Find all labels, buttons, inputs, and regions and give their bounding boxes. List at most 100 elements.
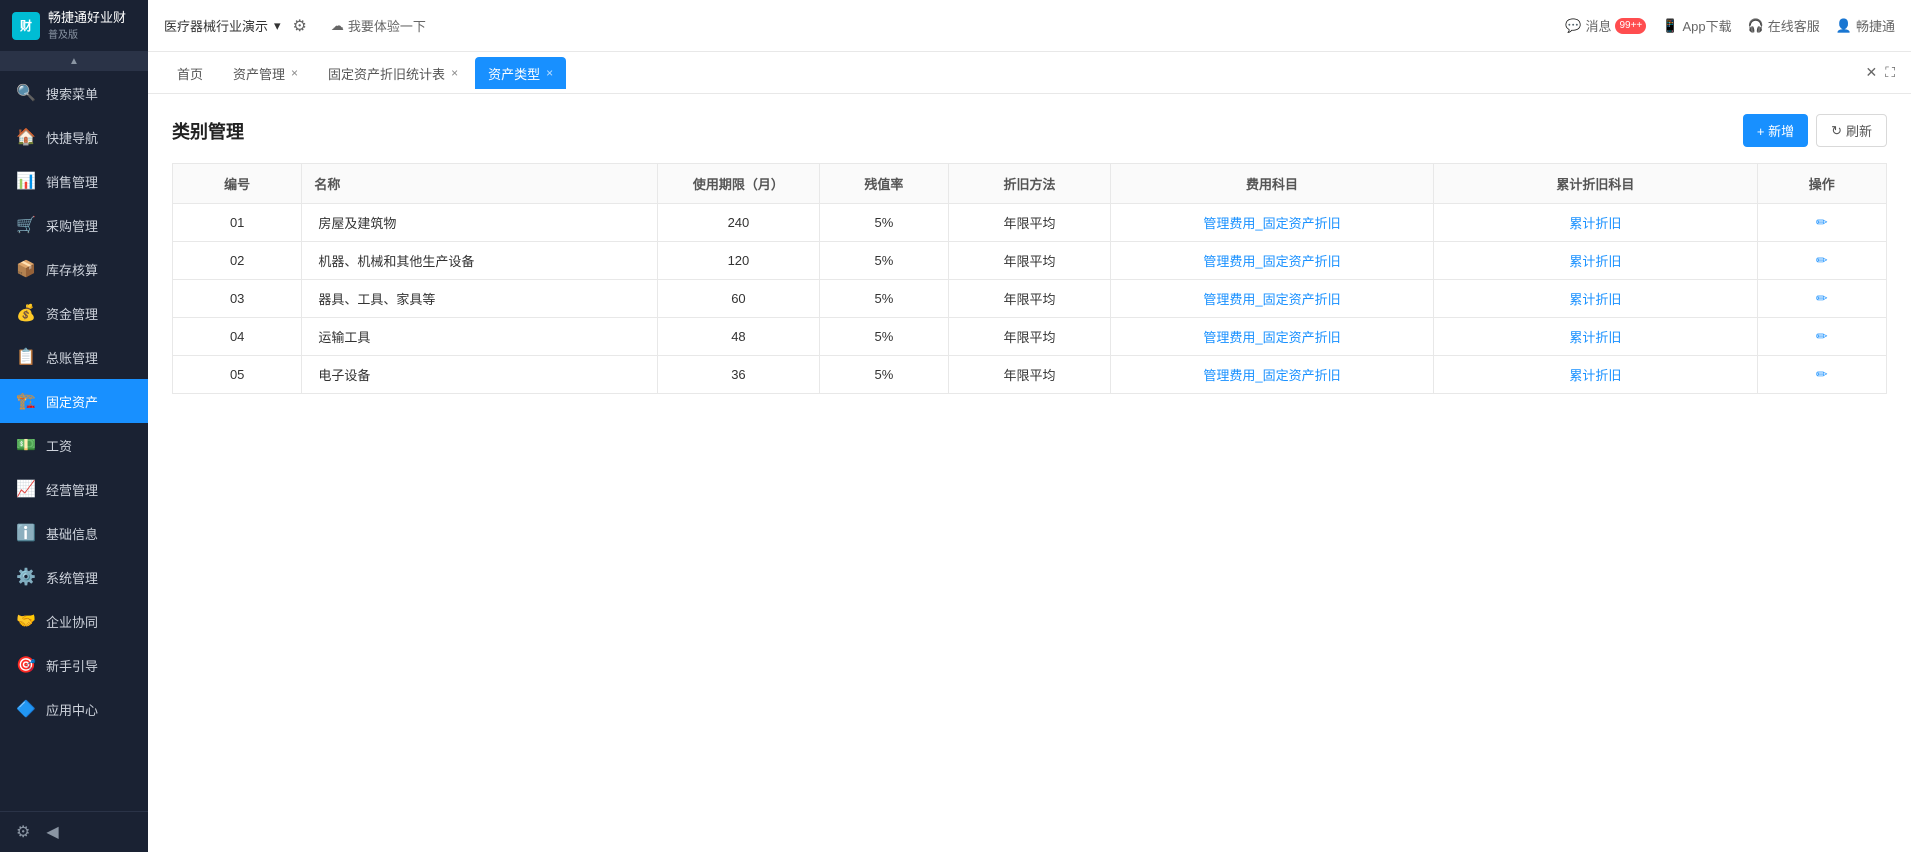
cell-residual: 5% xyxy=(819,204,948,242)
cell-expense: 管理费用_固定资产折旧 xyxy=(1110,242,1433,280)
page-content: 类别管理 + 新增 ↻ 刷新 编号 名称 使用期限（月） 残值率 折旧方法 费用… xyxy=(148,94,1911,852)
cell-name: 房屋及建筑物 xyxy=(302,204,658,242)
enterprise-icon: 🤝 xyxy=(16,611,36,631)
tab-home-label: 首页 xyxy=(177,64,203,83)
user-avatar-button[interactable]: 👤 畅捷通 xyxy=(1836,16,1895,35)
customer-service-button[interactable]: 🎧 在线客服 xyxy=(1748,16,1820,35)
salary-icon: 💵 xyxy=(16,435,36,455)
inventory-icon: 📦 xyxy=(16,259,36,279)
sidebar-item-enterprise[interactable]: 🤝 企业协同 xyxy=(0,599,148,643)
sidebar-item-inventory[interactable]: 📦 库存核算 xyxy=(0,247,148,291)
sidebar: 财 畅捷通好业财 普及版 ▲ 🔍 搜索菜单 🏠 快捷导航 📊 销售管理 🛒 采购… xyxy=(0,0,148,852)
app-download-button[interactable]: 📱 App下载 xyxy=(1662,16,1731,35)
cell-period: 60 xyxy=(658,280,820,318)
col-header-action: 操作 xyxy=(1757,164,1886,204)
sidebar-item-operations[interactable]: 📈 经营管理 xyxy=(0,467,148,511)
sidebar-nav: 🔍 搜索菜单 🏠 快捷导航 📊 销售管理 🛒 采购管理 📦 库存核算 💰 资金管… xyxy=(0,71,148,811)
logo-icon: 财 xyxy=(12,12,40,40)
sidebar-item-purchase[interactable]: 🛒 采购管理 xyxy=(0,203,148,247)
cell-accum: 累计折旧 xyxy=(1434,242,1757,280)
cell-action: ✏ xyxy=(1757,204,1886,242)
cell-method: 年限平均 xyxy=(949,280,1111,318)
cloud-icon: ☁ xyxy=(331,18,344,34)
tab-expand-icon[interactable]: ⛶ xyxy=(1885,64,1895,81)
tab-asset-mgmt[interactable]: 资产管理 × xyxy=(220,57,311,89)
sidebar-item-label: 搜索菜单 xyxy=(46,84,98,103)
edit-icon[interactable]: ✏ xyxy=(1816,328,1828,344)
edit-icon[interactable]: ✏ xyxy=(1816,252,1828,268)
sidebar-item-basic-info[interactable]: ℹ️ 基础信息 xyxy=(0,511,148,555)
chevron-down-icon: ▾ xyxy=(274,18,281,34)
sidebar-item-app-center[interactable]: 🔷 应用中心 xyxy=(0,687,148,731)
cell-expense: 管理费用_固定资产折旧 xyxy=(1110,356,1433,394)
tab-depreciation-close[interactable]: × xyxy=(451,66,458,80)
top-header: 医疗器械行业演示 ▾ ⚙ ☁ 我要体验一下 💬 消息 99+ 📱 App下载 🎧… xyxy=(148,0,1911,52)
footer-collapse-icon[interactable]: ◀ xyxy=(46,822,58,842)
table-row: 02 机器、机械和其他生产设备 120 5% 年限平均 管理费用_固定资产折旧 … xyxy=(173,242,1887,280)
sidebar-item-salary[interactable]: 💵 工资 xyxy=(0,423,148,467)
sidebar-item-quick-nav[interactable]: 🏠 快捷导航 xyxy=(0,115,148,159)
cell-code: 03 xyxy=(173,280,302,318)
main-content: 医疗器械行业演示 ▾ ⚙ ☁ 我要体验一下 💬 消息 99+ 📱 App下载 🎧… xyxy=(148,0,1911,852)
experience-button[interactable]: ☁ 我要体验一下 xyxy=(331,16,426,35)
sidebar-item-label: 基础信息 xyxy=(46,524,98,543)
sidebar-item-guide[interactable]: 🎯 新手引导 xyxy=(0,643,148,687)
sidebar-item-system[interactable]: ⚙️ 系统管理 xyxy=(0,555,148,599)
table-row: 03 器具、工具、家具等 60 5% 年限平均 管理费用_固定资产折旧 累计折旧… xyxy=(173,280,1887,318)
edit-icon[interactable]: ✏ xyxy=(1816,366,1828,382)
message-button[interactable]: 💬 消息 99+ xyxy=(1565,16,1646,35)
edit-icon[interactable]: ✏ xyxy=(1816,290,1828,306)
cell-expense: 管理费用_固定资产折旧 xyxy=(1110,318,1433,356)
purchase-icon: 🛒 xyxy=(16,215,36,235)
avatar-icon: 👤 xyxy=(1836,18,1852,34)
fixed-assets-icon: 🏗️ xyxy=(16,391,36,411)
sidebar-item-label: 采购管理 xyxy=(46,216,98,235)
page-actions: + 新增 ↻ 刷新 xyxy=(1743,114,1887,147)
cell-residual: 5% xyxy=(819,280,948,318)
footer-settings-icon[interactable]: ⚙ xyxy=(16,822,30,842)
cell-residual: 5% xyxy=(819,242,948,280)
sidebar-scroll-up[interactable]: ▲ xyxy=(0,52,148,71)
sidebar-item-label: 企业协同 xyxy=(46,612,98,631)
company-name: 医疗器械行业演示 xyxy=(164,16,268,35)
cell-action: ✏ xyxy=(1757,280,1886,318)
sidebar-footer: ⚙ ◀ xyxy=(0,811,148,852)
tab-depreciation[interactable]: 固定资产折旧统计表 × xyxy=(315,57,471,89)
tabs-controls: ✕ ⛶ xyxy=(1865,64,1895,81)
app-version: 普及版 xyxy=(48,26,126,41)
col-header-residual: 残值率 xyxy=(819,164,948,204)
basic-info-icon: ℹ️ xyxy=(16,523,36,543)
cell-action: ✏ xyxy=(1757,242,1886,280)
sidebar-item-sales[interactable]: 📊 销售管理 xyxy=(0,159,148,203)
cell-method: 年限平均 xyxy=(949,356,1111,394)
message-icon: 💬 xyxy=(1565,18,1581,34)
header-settings-icon[interactable]: ⚙ xyxy=(293,16,307,36)
sidebar-item-search[interactable]: 🔍 搜索菜单 xyxy=(0,71,148,115)
cell-accum: 累计折旧 xyxy=(1434,318,1757,356)
sidebar-item-label: 库存核算 xyxy=(46,260,98,279)
tab-close-all-icon[interactable]: ✕ xyxy=(1865,64,1877,81)
tab-asset-mgmt-label: 资产管理 xyxy=(233,64,285,83)
refresh-button[interactable]: ↻ 刷新 xyxy=(1816,114,1887,147)
tab-asset-mgmt-close[interactable]: × xyxy=(291,66,298,80)
col-header-period: 使用期限（月） xyxy=(658,164,820,204)
edit-icon[interactable]: ✏ xyxy=(1816,214,1828,230)
sidebar-item-fixed-assets[interactable]: 🏗️ 固定资产 xyxy=(0,379,148,423)
cell-method: 年限平均 xyxy=(949,204,1111,242)
table-row: 04 运输工具 48 5% 年限平均 管理费用_固定资产折旧 累计折旧 ✏ xyxy=(173,318,1887,356)
sidebar-item-label: 工资 xyxy=(46,436,72,455)
operations-icon: 📈 xyxy=(16,479,36,499)
cell-accum: 累计折旧 xyxy=(1434,280,1757,318)
new-button[interactable]: + 新增 xyxy=(1743,114,1808,147)
sidebar-item-label: 固定资产 xyxy=(46,392,98,411)
cell-method: 年限平均 xyxy=(949,242,1111,280)
col-header-name: 名称 xyxy=(302,164,658,204)
tab-asset-type[interactable]: 资产类型 × xyxy=(475,57,566,89)
home-icon: 🏠 xyxy=(16,127,36,147)
tab-asset-type-label: 资产类型 xyxy=(488,64,540,83)
tab-home[interactable]: 首页 xyxy=(164,57,216,89)
company-selector[interactable]: 医疗器械行业演示 ▾ xyxy=(164,16,281,35)
sidebar-item-ledger[interactable]: 📋 总账管理 xyxy=(0,335,148,379)
sidebar-item-funds[interactable]: 💰 资金管理 xyxy=(0,291,148,335)
tab-asset-type-close[interactable]: × xyxy=(546,66,553,80)
